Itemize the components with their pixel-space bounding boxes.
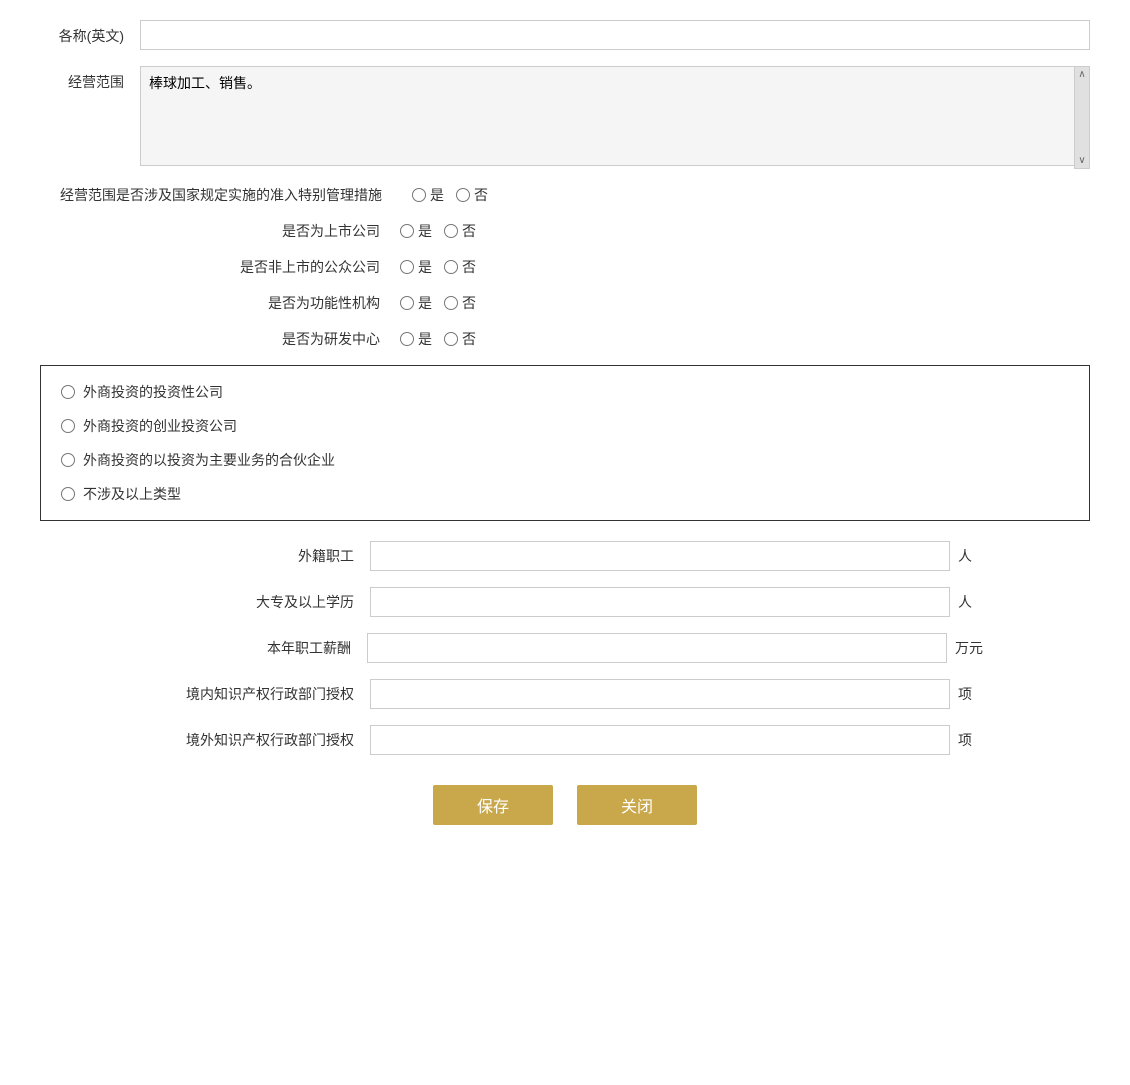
listed-label: 是否为上市公司 [240,221,400,241]
college-edu-unit: 人 [950,592,980,612]
rd-center-no-radio[interactable] [444,332,458,346]
listed-no-option[interactable]: 否 [444,221,476,241]
listed-row: 是否为上市公司 是 否 [40,221,1090,241]
investment-type-label-2: 外商投资的以投资为主要业务的合伙企业 [83,450,335,470]
close-button[interactable]: 关闭 [577,785,697,825]
functional-org-yes-option[interactable]: 是 [400,293,432,313]
listed-no-radio[interactable] [444,224,458,238]
scrollbar: ∧ ∨ [1074,66,1090,169]
non-listed-public-label: 是否非上市的公众公司 [240,257,400,277]
non-listed-public-row: 是否非上市的公众公司 是 否 [40,257,1090,277]
foreign-staff-label: 外籍职工 [150,546,370,566]
foreign-ip-unit: 项 [950,730,980,750]
special-mgmt-no-option[interactable]: 否 [456,185,488,205]
investment-type-label-1: 外商投资的创业投资公司 [83,416,237,436]
college-edu-label: 大专及以上学历 [150,592,370,612]
investment-type-item-1: 外商投资的创业投资公司 [61,416,1069,436]
rd-center-yes-label: 是 [418,329,432,349]
foreign-staff-input[interactable] [370,541,950,571]
domestic-ip-row: 境内知识产权行政部门授权 项 [40,679,1090,709]
foreign-ip-row: 境外知识产权行政部门授权 项 [40,725,1090,755]
special-mgmt-radio-group: 是 否 [412,185,488,205]
investment-type-label-0: 外商投资的投资性公司 [83,382,223,402]
salary-label: 本年职工薪酬 [147,638,367,658]
non-listed-public-no-radio[interactable] [444,260,458,274]
business-scope-row: 经营范围 棒球加工、销售。 ∧ ∨ [40,66,1090,169]
rd-center-yes-radio[interactable] [400,332,414,346]
rd-center-label: 是否为研发中心 [240,329,400,349]
scroll-down-icon[interactable]: ∨ [1075,153,1089,168]
salary-unit: 万元 [947,638,983,658]
business-scope-label: 经营范围 [40,66,140,92]
listed-radio-group: 是 否 [400,221,476,241]
business-scope-textarea[interactable]: 棒球加工、销售。 [140,66,1090,166]
rd-center-row: 是否为研发中心 是 否 [40,329,1090,349]
non-listed-public-no-option[interactable]: 否 [444,257,476,277]
button-row: 保存 关闭 [40,785,1090,845]
special-mgmt-yes-option[interactable]: 是 [412,185,444,205]
listed-yes-label: 是 [418,221,432,241]
functional-org-row: 是否为功能性机构 是 否 [40,293,1090,313]
investment-type-radio-3[interactable] [61,487,75,501]
listed-yes-radio[interactable] [400,224,414,238]
save-button[interactable]: 保存 [433,785,553,825]
investment-type-label-3: 不涉及以上类型 [83,484,181,504]
non-listed-public-yes-radio[interactable] [400,260,414,274]
non-listed-public-no-label: 否 [462,257,476,277]
functional-org-yes-radio[interactable] [400,296,414,310]
college-edu-row: 大专及以上学历 人 [40,587,1090,617]
listed-yes-option[interactable]: 是 [400,221,432,241]
foreign-ip-label: 境外知识产权行政部门授权 [150,730,370,750]
name-en-control [140,20,1090,50]
functional-org-radio-group: 是 否 [400,293,476,313]
college-edu-input[interactable] [370,587,950,617]
special-mgmt-row: 经营范围是否涉及国家规定实施的准入特别管理措施 是 否 [40,185,1090,205]
foreign-staff-unit: 人 [950,546,980,566]
functional-org-no-radio[interactable] [444,296,458,310]
special-mgmt-no-radio[interactable] [456,188,470,202]
salary-row: 本年职工薪酬 万元 [40,633,1090,663]
functional-org-no-option[interactable]: 否 [444,293,476,313]
special-mgmt-label: 经营范围是否涉及国家规定实施的准入特别管理措施 [60,185,412,205]
rd-center-yes-option[interactable]: 是 [400,329,432,349]
rd-center-no-label: 否 [462,329,476,349]
special-mgmt-yes-label: 是 [430,185,444,205]
name-en-input[interactable] [140,20,1090,50]
investment-type-item-2: 外商投资的以投资为主要业务的合伙企业 [61,450,1069,470]
investment-type-item-3: 不涉及以上类型 [61,484,1069,504]
salary-input[interactable] [367,633,947,663]
functional-org-no-label: 否 [462,293,476,313]
listed-no-label: 否 [462,221,476,241]
investment-type-box: 外商投资的投资性公司 外商投资的创业投资公司 外商投资的以投资为主要业务的合伙企… [40,365,1090,521]
scroll-up-icon[interactable]: ∧ [1075,67,1089,82]
business-scope-control: 棒球加工、销售。 ∧ ∨ [140,66,1090,169]
domestic-ip-input[interactable] [370,679,950,709]
non-listed-public-radio-group: 是 否 [400,257,476,277]
rd-center-radio-group: 是 否 [400,329,476,349]
investment-type-radio-0[interactable] [61,385,75,399]
special-mgmt-yes-radio[interactable] [412,188,426,202]
non-listed-public-yes-label: 是 [418,257,432,277]
domestic-ip-label: 境内知识产权行政部门授权 [150,684,370,704]
form-container: 各称(英文) 经营范围 棒球加工、销售。 ∧ ∨ 经营范围是否涉及国家规定实施的… [40,20,1090,845]
investment-type-radio-1[interactable] [61,419,75,433]
name-en-label: 各称(英文) [40,20,140,46]
non-listed-public-yes-option[interactable]: 是 [400,257,432,277]
name-en-row: 各称(英文) [40,20,1090,50]
foreign-ip-input[interactable] [370,725,950,755]
domestic-ip-unit: 项 [950,684,980,704]
functional-org-label: 是否为功能性机构 [240,293,400,313]
rd-center-no-option[interactable]: 否 [444,329,476,349]
functional-org-yes-label: 是 [418,293,432,313]
investment-type-item-0: 外商投资的投资性公司 [61,382,1069,402]
foreign-staff-row: 外籍职工 人 [40,541,1090,571]
investment-type-radio-2[interactable] [61,453,75,467]
special-mgmt-no-label: 否 [474,185,488,205]
